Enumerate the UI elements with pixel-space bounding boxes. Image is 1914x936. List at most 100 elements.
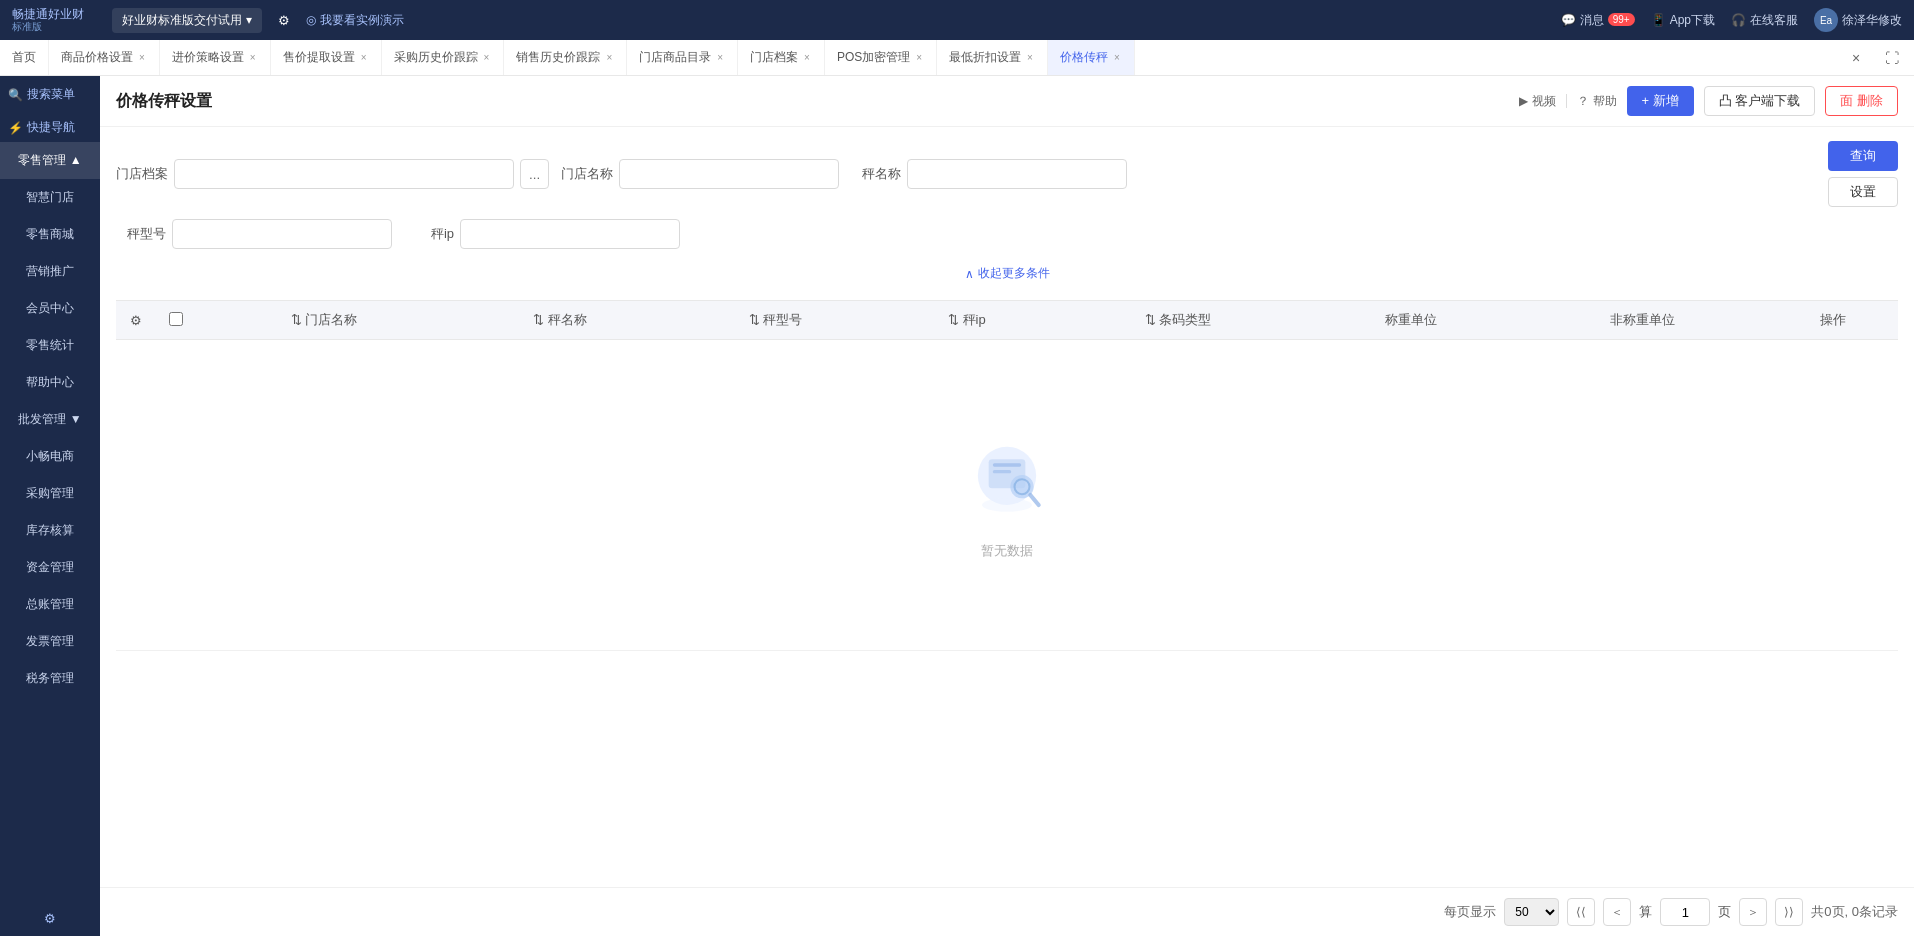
tab-pos-management[interactable]: POS加密管理 × xyxy=(825,40,937,75)
sidebar-search[interactable]: 🔍 搜索菜单 xyxy=(0,76,100,113)
tab-sales-history-close[interactable]: × xyxy=(604,50,614,65)
tab-store-file[interactable]: 门店档案 × xyxy=(738,40,825,75)
sidebar-item-smart-store[interactable]: 智慧门店 xyxy=(0,179,100,216)
sidebar-item-general-ledger-label: 总账管理 xyxy=(26,596,74,613)
sidebar-settings-button[interactable]: ⚙ xyxy=(0,901,100,936)
sidebar-item-inventory-label: 库存核算 xyxy=(26,522,74,539)
online-service-button[interactable]: 🎧 在线客服 xyxy=(1731,12,1798,29)
th-scale-ip[interactable]: ⇅ 秤ip xyxy=(884,301,1051,340)
demo-button[interactable]: ◎ 我要看实例演示 xyxy=(306,12,404,29)
store-name-input[interactable] xyxy=(619,159,839,189)
help-link[interactable]: ？ 帮助 xyxy=(1577,93,1617,110)
messages-label: 消息 xyxy=(1580,12,1604,29)
tab-store-file-close[interactable]: × xyxy=(802,50,812,65)
form-row-1: 门店档案 ... 门店名称 秤名称 xyxy=(116,141,1898,207)
online-service-label: 在线客服 xyxy=(1750,12,1798,29)
sidebar-item-retail-mgmt[interactable]: 零售管理 ▲ xyxy=(0,142,100,179)
th-weight-unit: 称重单位 xyxy=(1306,301,1517,340)
user-info[interactable]: Ea 徐泽华修改 xyxy=(1814,8,1902,32)
tab-price-scale-label: 价格传秤 xyxy=(1060,49,1108,66)
th-store-name[interactable]: ⇅ 门店名称 xyxy=(196,301,452,340)
tab-price-settings[interactable]: 商品价格设置 × xyxy=(49,40,160,75)
tab-home[interactable]: 首页 xyxy=(0,40,49,75)
sidebar-item-invoice-mgmt[interactable]: 发票管理 xyxy=(0,623,100,660)
tab-purchase-history[interactable]: 采购历史价跟踪 × xyxy=(382,40,505,75)
svg-point-1 xyxy=(982,498,1032,511)
tab-purchase-history-close[interactable]: × xyxy=(482,50,492,65)
sidebar-item-marketing[interactable]: 营销推广 xyxy=(0,253,100,290)
page-unit: 页 xyxy=(1718,903,1731,921)
tab-purchase-strategy[interactable]: 进价策略设置 × xyxy=(160,40,271,75)
tab-store-catalog-close[interactable]: × xyxy=(715,50,725,65)
query-button[interactable]: 查询 xyxy=(1828,141,1898,171)
sidebar-item-help-center[interactable]: 帮助中心 xyxy=(0,364,100,401)
nav-icon: ⚡ xyxy=(8,121,23,135)
app-download-button[interactable]: 📱 App下载 xyxy=(1651,12,1715,29)
tab-price-settings-label: 商品价格设置 xyxy=(61,49,133,66)
sidebar-item-retail-stats[interactable]: 零售统计 xyxy=(0,327,100,364)
last-page-button[interactable]: ⟩⟩ xyxy=(1775,898,1803,926)
th-settings[interactable]: ⚙ xyxy=(116,301,156,340)
version-label: 好业财标准版交付试用 xyxy=(122,12,242,29)
collapse-button[interactable]: ∧ 收起更多条件 xyxy=(965,261,1050,286)
tab-price-scale-close[interactable]: × xyxy=(1112,50,1122,65)
sidebar-item-tax-mgmt[interactable]: 税务管理 xyxy=(0,660,100,697)
store-file-input[interactable] xyxy=(174,159,514,189)
delete-button[interactable]: 面 删除 xyxy=(1825,86,1898,116)
table-container: ⚙ ⇅ 门店名称 ⇅ 秤名称 ⇅ 秤型号 xyxy=(100,300,1914,887)
next-page-button[interactable]: ＞ xyxy=(1739,898,1767,926)
page-size-select[interactable]: 10 20 50 100 xyxy=(1504,898,1559,926)
th-checkbox xyxy=(156,301,196,340)
page-title: 价格传秤设置 xyxy=(116,91,212,112)
tab-price-settings-close[interactable]: × xyxy=(137,50,147,65)
sidebar-item-finance[interactable]: 资金管理 xyxy=(0,549,100,586)
video-link[interactable]: ▶ 视频 xyxy=(1519,93,1556,110)
tab-pos-management-close[interactable]: × xyxy=(914,50,924,65)
messages-button[interactable]: 💬 消息 99+ xyxy=(1561,12,1635,29)
tab-min-discount-close[interactable]: × xyxy=(1025,50,1035,65)
messages-badge: 99+ xyxy=(1608,13,1635,26)
sidebar-item-xiaochangec[interactable]: 小畅电商 xyxy=(0,438,100,475)
add-button[interactable]: + 新增 xyxy=(1627,86,1694,116)
sidebar-item-general-ledger[interactable]: 总账管理 xyxy=(0,586,100,623)
version-selector[interactable]: 好业财标准版交付试用 ▾ xyxy=(112,8,262,33)
scale-name-input[interactable] xyxy=(907,159,1127,189)
th-scale-name[interactable]: ⇅ 秤名称 xyxy=(452,301,668,340)
sidebar-item-inventory[interactable]: 库存核算 xyxy=(0,512,100,549)
th-barcode-type[interactable]: ⇅ 条码类型 xyxy=(1050,301,1306,340)
svg-line-6 xyxy=(1030,495,1038,505)
store-file-ellipsis-button[interactable]: ... xyxy=(520,159,549,189)
sidebar-item-member-center[interactable]: 会员中心 xyxy=(0,290,100,327)
version-settings-button[interactable]: ⚙ xyxy=(270,6,298,34)
store-file-label: 门店档案 xyxy=(116,165,168,183)
first-page-button[interactable]: ⟨⟨ xyxy=(1567,898,1595,926)
select-all-checkbox[interactable] xyxy=(169,312,183,326)
tab-price-scale[interactable]: 价格传秤 × xyxy=(1048,40,1135,75)
sidebar-item-wholesale-mgmt[interactable]: 批发管理 ▼ xyxy=(0,401,100,438)
sidebar-item-purchase-mgmt[interactable]: 采购管理 xyxy=(0,475,100,512)
prev-page-button[interactable]: ＜ xyxy=(1603,898,1631,926)
scale-ip-input[interactable] xyxy=(460,219,680,249)
tab-purchase-strategy-close[interactable]: × xyxy=(248,50,258,65)
download-button[interactable]: 凸 客户端下载 xyxy=(1704,86,1816,116)
tab-store-catalog[interactable]: 门店商品目录 × xyxy=(627,40,738,75)
gear-icon: ⚙ xyxy=(278,13,290,28)
page-number-input[interactable] xyxy=(1660,898,1710,926)
empty-state-cell: 暂无数据 xyxy=(116,340,1898,651)
settings-button[interactable]: 设置 xyxy=(1828,177,1898,207)
sidebar-item-retail-mall[interactable]: 零售商城 xyxy=(0,216,100,253)
tab-min-discount[interactable]: 最低折扣设置 × xyxy=(937,40,1048,75)
tab-expand-button[interactable]: ⛶ xyxy=(1878,44,1906,72)
tab-sales-history[interactable]: 销售历史价跟踪 × xyxy=(504,40,627,75)
user-initials: Ea xyxy=(1820,15,1832,26)
tab-close-all-button[interactable]: × xyxy=(1842,44,1870,72)
app-edition: 标准版 xyxy=(12,21,84,33)
sidebar-item-wholesale-mgmt-label: 批发管理 ▼ xyxy=(18,411,81,428)
divider-1 xyxy=(1566,94,1567,108)
tab-sale-extract[interactable]: 售价提取设置 × xyxy=(271,40,382,75)
sidebar-quick-nav[interactable]: ⚡ 快捷导航 xyxy=(0,113,100,142)
th-scale-model[interactable]: ⇅ 秤型号 xyxy=(668,301,884,340)
tab-sale-extract-close[interactable]: × xyxy=(359,50,369,65)
chevron-down-icon: ▾ xyxy=(246,13,252,27)
scale-model-input[interactable] xyxy=(172,219,392,249)
